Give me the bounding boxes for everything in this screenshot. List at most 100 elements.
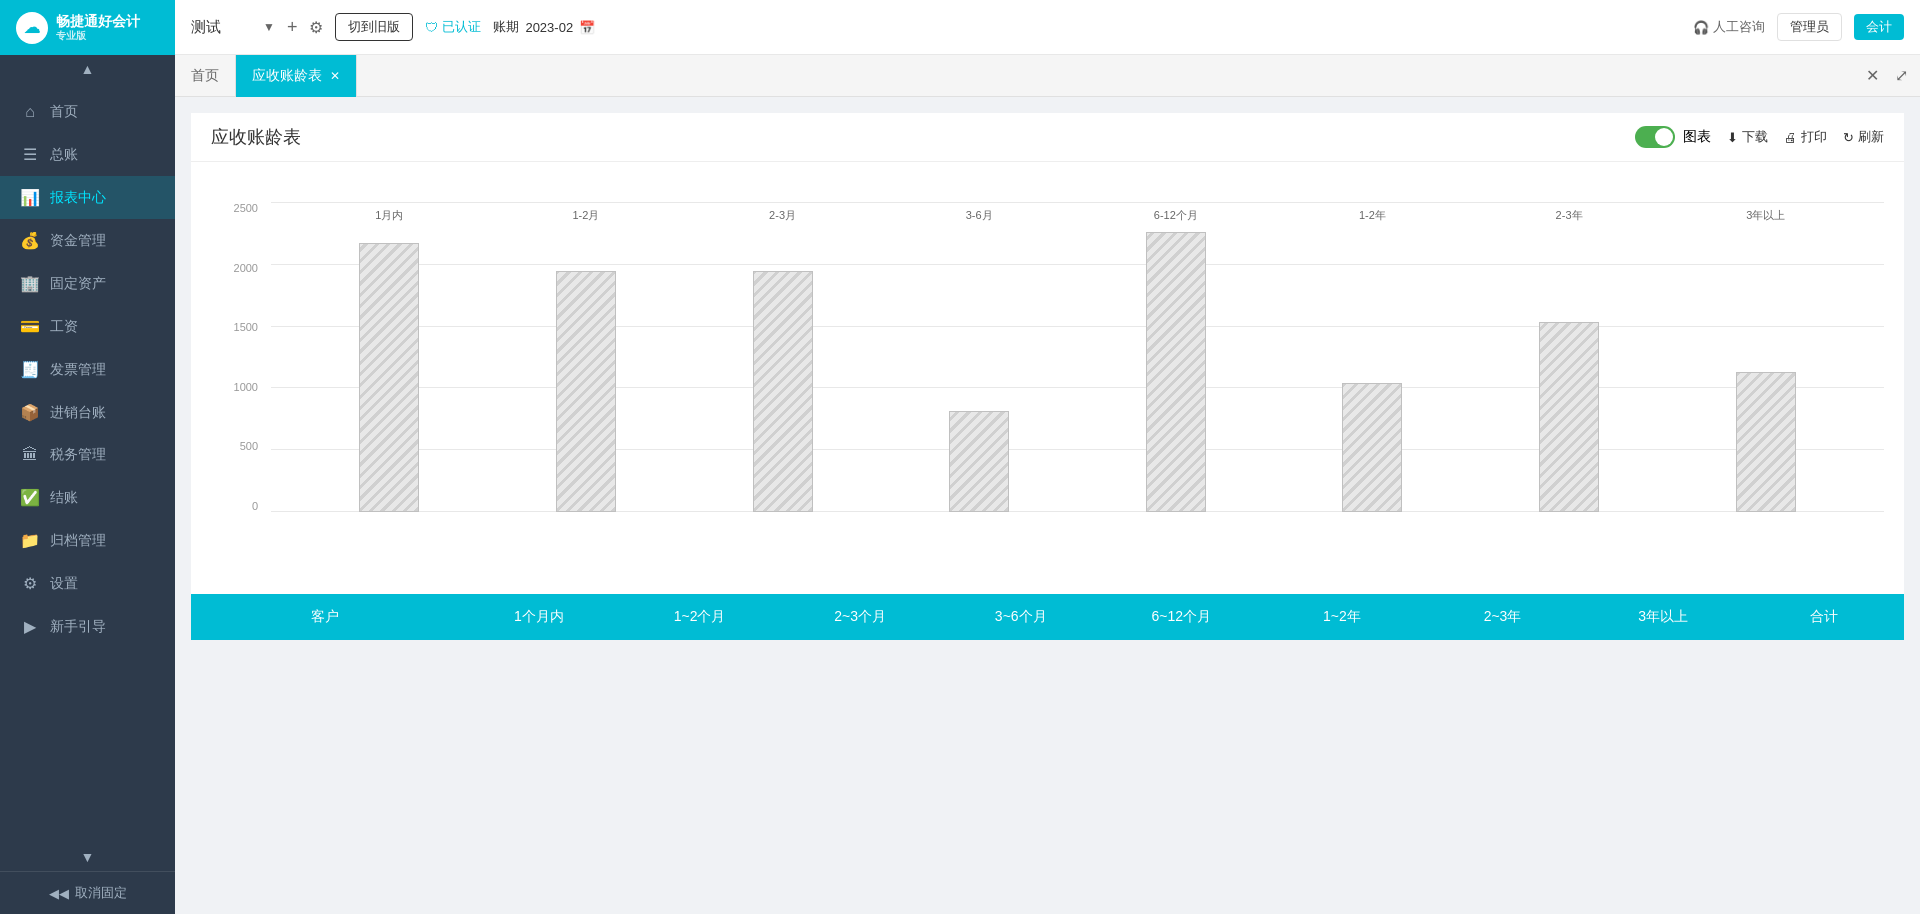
sidebar-label-settings: 设置 bbox=[50, 575, 78, 593]
logo-text: 畅捷通好会计 专业版 bbox=[56, 13, 140, 42]
bar bbox=[1146, 232, 1206, 512]
y-label: 1500 bbox=[211, 321, 266, 333]
cancel-fixed-icon: ◀◀ bbox=[49, 886, 69, 901]
table-header-cell: 客户 bbox=[191, 608, 459, 626]
print-button[interactable]: 🖨 打印 bbox=[1784, 128, 1827, 146]
sidebar-label-newbie: 新手引导 bbox=[50, 618, 106, 636]
bar-group bbox=[359, 243, 419, 512]
y-label: 500 bbox=[211, 440, 266, 452]
manager-button[interactable]: 管理员 bbox=[1777, 13, 1842, 41]
sidebar-label-home: 首页 bbox=[50, 103, 78, 121]
y-label: 1000 bbox=[211, 381, 266, 393]
tab-home-label: 首页 bbox=[191, 67, 219, 85]
tab-ar-aging[interactable]: 应收账龄表 ✕ bbox=[236, 55, 357, 97]
app-name: 畅捷通好会计 bbox=[56, 13, 140, 30]
sidebar: ☁ 畅捷通好会计 专业版 ▲ ⌂首页☰总账📊报表中心💰资金管理🏢固定资产💳工资🧾… bbox=[0, 0, 175, 914]
tab-ar-aging-label: 应收账龄表 bbox=[252, 67, 322, 85]
app-edition: 专业版 bbox=[56, 30, 140, 42]
consult-icon: 🎧 bbox=[1693, 20, 1709, 35]
sidebar-item-reports[interactable]: 📊报表中心 bbox=[0, 176, 175, 219]
refresh-button[interactable]: ↻ 刷新 bbox=[1843, 128, 1884, 146]
bar-group bbox=[1539, 322, 1599, 512]
sidebar-icon-home: ⌂ bbox=[20, 103, 40, 121]
content-inner: 应收账龄表 图表 ⬇ 下载 🖨 打印 bbox=[191, 113, 1904, 640]
page-actions: 图表 ⬇ 下载 🖨 打印 ↻ 刷新 bbox=[1635, 126, 1884, 148]
topbar-add-button[interactable]: + bbox=[287, 17, 298, 38]
topbar: 测试 ▼ + ⚙ 切到旧版 🛡 已认证 账期 2023-02 📅 🎧 人工咨询 … bbox=[175, 0, 1920, 55]
sidebar-scroll-down[interactable]: ▼ bbox=[0, 843, 175, 871]
sidebar-item-payroll[interactable]: 💳工资 bbox=[0, 305, 175, 348]
y-label: 2000 bbox=[211, 262, 266, 274]
sidebar-item-home[interactable]: ⌂ 首页 bbox=[0, 91, 175, 133]
y-label: 2500 bbox=[211, 202, 266, 214]
topbar-settings-button[interactable]: ⚙ bbox=[309, 18, 323, 37]
download-icon: ⬇ bbox=[1727, 130, 1738, 145]
tab-home[interactable]: 首页 bbox=[175, 55, 236, 97]
print-label: 打印 bbox=[1801, 128, 1827, 146]
sidebar-item-closing[interactable]: ✅结账 bbox=[0, 476, 175, 519]
sidebar-item-tax[interactable]: 🏛 税务管理 bbox=[0, 434, 175, 476]
table-header-cell: 2~3个月 bbox=[780, 608, 941, 626]
sidebar-label-closing: 结账 bbox=[50, 489, 78, 507]
sidebar-icon-reports: 📊 bbox=[20, 188, 40, 207]
sidebar-label-invoice: 发票管理 bbox=[50, 361, 106, 379]
bar bbox=[359, 243, 419, 512]
sidebar-item-invoice[interactable]: 🧾 发票管理 bbox=[0, 348, 175, 391]
sidebar-item-capital[interactable]: 💰资金管理 bbox=[0, 219, 175, 262]
chart-toggle[interactable]: 图表 bbox=[1635, 126, 1711, 148]
main-area: 测试 ▼ + ⚙ 切到旧版 🛡 已认证 账期 2023-02 📅 🎧 人工咨询 … bbox=[175, 0, 1920, 914]
sidebar-label-tax: 税务管理 bbox=[50, 446, 106, 464]
topbar-title: 测试 bbox=[191, 18, 251, 37]
download-button[interactable]: ⬇ 下载 bbox=[1727, 128, 1768, 146]
logo-icon: ☁ bbox=[16, 12, 48, 44]
calendar-icon[interactable]: 📅 bbox=[579, 20, 595, 35]
sidebar-item-archive[interactable]: 📁 归档管理 bbox=[0, 519, 175, 562]
bar bbox=[556, 271, 616, 512]
verified-icon: 🛡 bbox=[425, 20, 438, 35]
bar-group bbox=[1736, 372, 1796, 512]
sidebar-icon-archive: 📁 bbox=[20, 531, 40, 550]
sidebar-icon-tax: 🏛 bbox=[20, 446, 40, 464]
sidebar-scroll-up[interactable]: ▲ bbox=[0, 55, 175, 83]
sidebar-icon-capital: 💰 bbox=[20, 231, 40, 250]
bar bbox=[1539, 322, 1599, 512]
table-header: 客户1个月内1~2个月2~3个月3~6个月6~12个月1~2年2~3年3年以上合… bbox=[191, 594, 1904, 640]
page-header: 应收账龄表 图表 ⬇ 下载 🖨 打印 bbox=[191, 113, 1904, 162]
tabbar-controls: ✕ ⤢ bbox=[1862, 62, 1920, 89]
sidebar-icon-inventory: 📦 bbox=[20, 403, 40, 422]
sidebar-item-settings[interactable]: ⚙设置 bbox=[0, 562, 175, 605]
verified-status: 🛡 已认证 bbox=[425, 18, 481, 36]
chart-toggle-label: 图表 bbox=[1683, 128, 1711, 146]
sidebar-item-inventory[interactable]: 📦 进销台账 bbox=[0, 391, 175, 434]
bar-group bbox=[949, 411, 1009, 512]
switch-old-button[interactable]: 切到旧版 bbox=[335, 13, 413, 41]
toggle-thumb bbox=[1655, 128, 1673, 146]
sidebar-label-archive: 归档管理 bbox=[50, 532, 106, 550]
accountant-button[interactable]: 会计 bbox=[1854, 14, 1904, 40]
content-area: 应收账龄表 图表 ⬇ 下载 🖨 打印 bbox=[175, 97, 1920, 914]
table-container: 客户1个月内1~2个月2~3个月3~6个月6~12个月1~2年2~3年3年以上合… bbox=[191, 594, 1904, 640]
tab-expand-button[interactable]: ⤢ bbox=[1891, 62, 1912, 89]
sidebar-item-assets[interactable]: 🏢固定资产 bbox=[0, 262, 175, 305]
sidebar-item-ledger[interactable]: ☰总账 bbox=[0, 133, 175, 176]
tab-close-button[interactable]: ✕ bbox=[1862, 62, 1883, 89]
table-header-cell: 6~12个月 bbox=[1101, 608, 1262, 626]
bar bbox=[753, 271, 813, 512]
refresh-icon: ↻ bbox=[1843, 130, 1854, 145]
consult-label: 人工咨询 bbox=[1713, 18, 1765, 36]
cancel-fixed-button[interactable]: ◀◀ 取消固定 bbox=[0, 871, 175, 914]
sidebar-label-inventory: 进销台账 bbox=[50, 404, 106, 422]
refresh-label: 刷新 bbox=[1858, 128, 1884, 146]
topbar-dropdown[interactable]: ▼ bbox=[263, 20, 275, 34]
period-value: 2023-02 bbox=[525, 20, 573, 35]
toggle-track[interactable] bbox=[1635, 126, 1675, 148]
tab-ar-aging-close[interactable]: ✕ bbox=[330, 69, 340, 83]
chart-container: 05001000150020002500 1月内1-2月2-3月3-6月6-12… bbox=[191, 162, 1904, 582]
y-axis: 05001000150020002500 bbox=[211, 202, 266, 512]
consult-button[interactable]: 🎧 人工咨询 bbox=[1693, 18, 1765, 36]
bar-chart: 05001000150020002500 1月内1-2月2-3月3-6月6-12… bbox=[211, 182, 1884, 542]
sidebar-icon-invoice: 🧾 bbox=[20, 360, 40, 379]
table-header-cell: 合计 bbox=[1743, 608, 1904, 626]
sidebar-item-newbie[interactable]: ▶新手引导 bbox=[0, 605, 175, 648]
sidebar-icon-assets: 🏢 bbox=[20, 274, 40, 293]
